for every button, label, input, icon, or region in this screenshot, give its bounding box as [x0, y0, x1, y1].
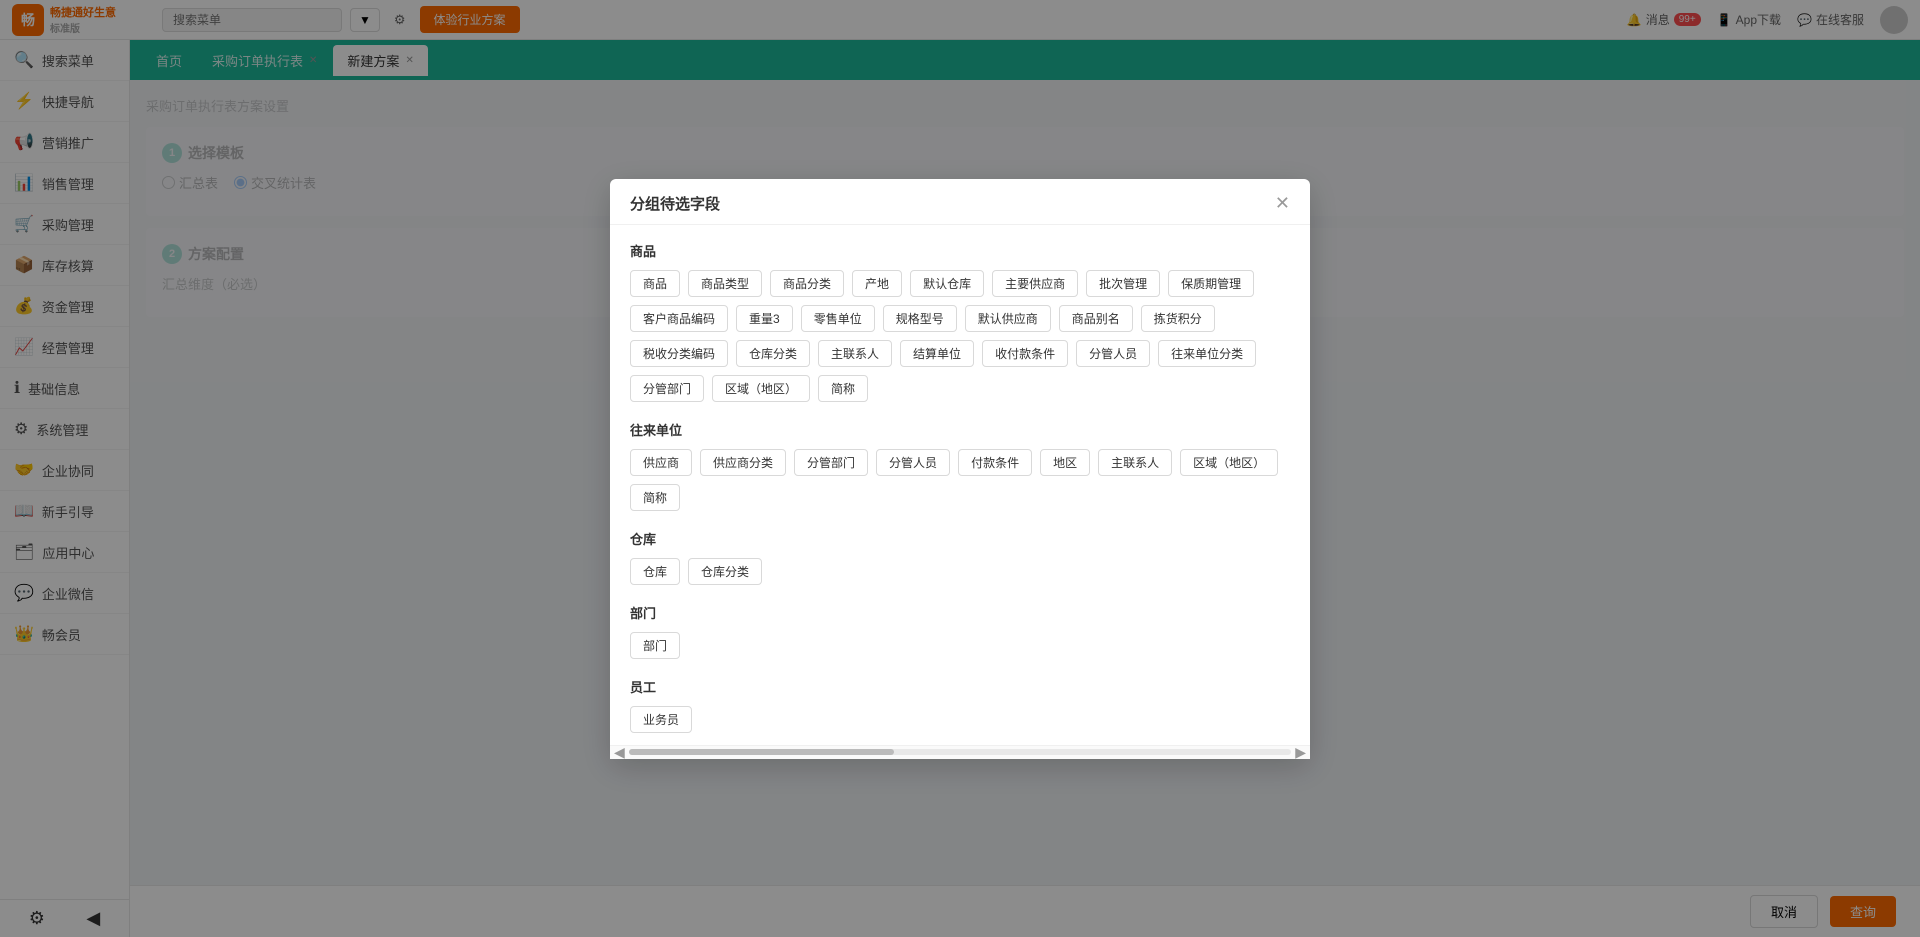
modal-chips-department: 部门	[630, 632, 1290, 659]
chip-goods-19[interactable]: 收付款条件	[982, 340, 1068, 367]
chip-goods-15[interactable]: 税收分类编码	[630, 340, 728, 367]
chip-goods-18[interactable]: 结算单位	[900, 340, 974, 367]
chip-goods-4[interactable]: 默认仓库	[910, 270, 984, 297]
chip-goods-9[interactable]: 重量3	[736, 305, 793, 332]
chip-goods-1[interactable]: 商品类型	[688, 270, 762, 297]
chip-partner-2[interactable]: 分管部门	[794, 449, 868, 476]
chip-partner-7[interactable]: 区域（地区）	[1180, 449, 1278, 476]
chip-goods-22[interactable]: 分管部门	[630, 375, 704, 402]
chip-goods-14[interactable]: 拣货积分	[1141, 305, 1215, 332]
modal-chips-partner: 供应商供应商分类分管部门分管人员付款条件地区主联系人区域（地区） 简称	[630, 449, 1290, 511]
modal-title: 分组待选字段	[630, 193, 720, 214]
modal-header: 分组待选字段 ✕	[610, 179, 1310, 225]
chip-warehouse-0[interactable]: 仓库	[630, 558, 680, 585]
hscroll-track[interactable]	[629, 749, 1291, 755]
chip-partner-5[interactable]: 地区	[1040, 449, 1090, 476]
chip-partner-0[interactable]: 供应商	[630, 449, 692, 476]
chip-goods-3[interactable]: 产地	[852, 270, 902, 297]
hscroll-thumb[interactable]	[629, 749, 894, 755]
chip-partner-3[interactable]: 分管人员	[876, 449, 950, 476]
chip-goods-10[interactable]: 零售单位	[801, 305, 875, 332]
chip-employee-0[interactable]: 业务员	[630, 706, 692, 733]
chip-goods-21[interactable]: 往来单位分类	[1158, 340, 1256, 367]
chip-goods-6[interactable]: 批次管理	[1086, 270, 1160, 297]
chip-goods-2[interactable]: 商品分类	[770, 270, 844, 297]
hscroll-left-arrow[interactable]: ◀	[614, 744, 625, 761]
chip-warehouse-1[interactable]: 仓库分类	[688, 558, 762, 585]
modal-section-title-partner: 往来单位	[630, 420, 1290, 439]
chip-goods-11[interactable]: 规格型号	[883, 305, 957, 332]
chip-goods-8[interactable]: 客户商品编码	[630, 305, 728, 332]
modal-chips-warehouse: 仓库仓库分类	[630, 558, 1290, 585]
chip-goods-17[interactable]: 主联系人	[818, 340, 892, 367]
chip-goods-16[interactable]: 仓库分类	[736, 340, 810, 367]
chip-partner-4[interactable]: 付款条件	[958, 449, 1032, 476]
modal-close-button[interactable]: ✕	[1275, 193, 1290, 214]
modal-overlay: 分组待选字段 ✕ 商品商品商品类型商品分类产地默认仓库主要供应商批次管理保质期管…	[0, 0, 1920, 937]
chip-goods-23[interactable]: 区域（地区）	[712, 375, 810, 402]
modal-body[interactable]: 商品商品商品类型商品分类产地默认仓库主要供应商批次管理保质期管理客户商品编码重量…	[610, 225, 1310, 745]
chip-department-0[interactable]: 部门	[630, 632, 680, 659]
chip-goods-5[interactable]: 主要供应商	[992, 270, 1078, 297]
chip-goods-0[interactable]: 商品	[630, 270, 680, 297]
modal-section-title-warehouse: 仓库	[630, 529, 1290, 548]
chip-partner-1[interactable]: 供应商分类	[700, 449, 786, 476]
chip-partner-8[interactable]: 简称	[630, 484, 680, 511]
modal-section-partner: 往来单位供应商供应商分类分管部门分管人员付款条件地区主联系人区域（地区） 简称	[630, 420, 1290, 511]
modal-horizontal-scrollbar[interactable]: ◀ ▶	[610, 745, 1310, 759]
modal-section-employee: 员工业务员	[630, 677, 1290, 733]
chip-goods-24[interactable]: 简称	[818, 375, 868, 402]
chip-goods-20[interactable]: 分管人员	[1076, 340, 1150, 367]
hscroll-right-arrow[interactable]: ▶	[1295, 744, 1306, 761]
modal-section-warehouse: 仓库仓库仓库分类	[630, 529, 1290, 585]
modal-dialog: 分组待选字段 ✕ 商品商品商品类型商品分类产地默认仓库主要供应商批次管理保质期管…	[610, 179, 1310, 759]
chip-goods-7[interactable]: 保质期管理	[1168, 270, 1254, 297]
modal-chips-employee: 业务员	[630, 706, 1290, 733]
modal-section-title-employee: 员工	[630, 677, 1290, 696]
chip-goods-12[interactable]: 默认供应商	[965, 305, 1051, 332]
modal-section-goods: 商品商品商品类型商品分类产地默认仓库主要供应商批次管理保质期管理客户商品编码重量…	[630, 241, 1290, 402]
modal-section-title-goods: 商品	[630, 241, 1290, 260]
chip-goods-13[interactable]: 商品别名	[1059, 305, 1133, 332]
modal-section-department: 部门部门	[630, 603, 1290, 659]
chip-partner-6[interactable]: 主联系人	[1098, 449, 1172, 476]
modal-chips-goods: 商品商品类型商品分类产地默认仓库主要供应商批次管理保质期管理客户商品编码重量3 零…	[630, 270, 1290, 402]
modal-section-title-department: 部门	[630, 603, 1290, 622]
